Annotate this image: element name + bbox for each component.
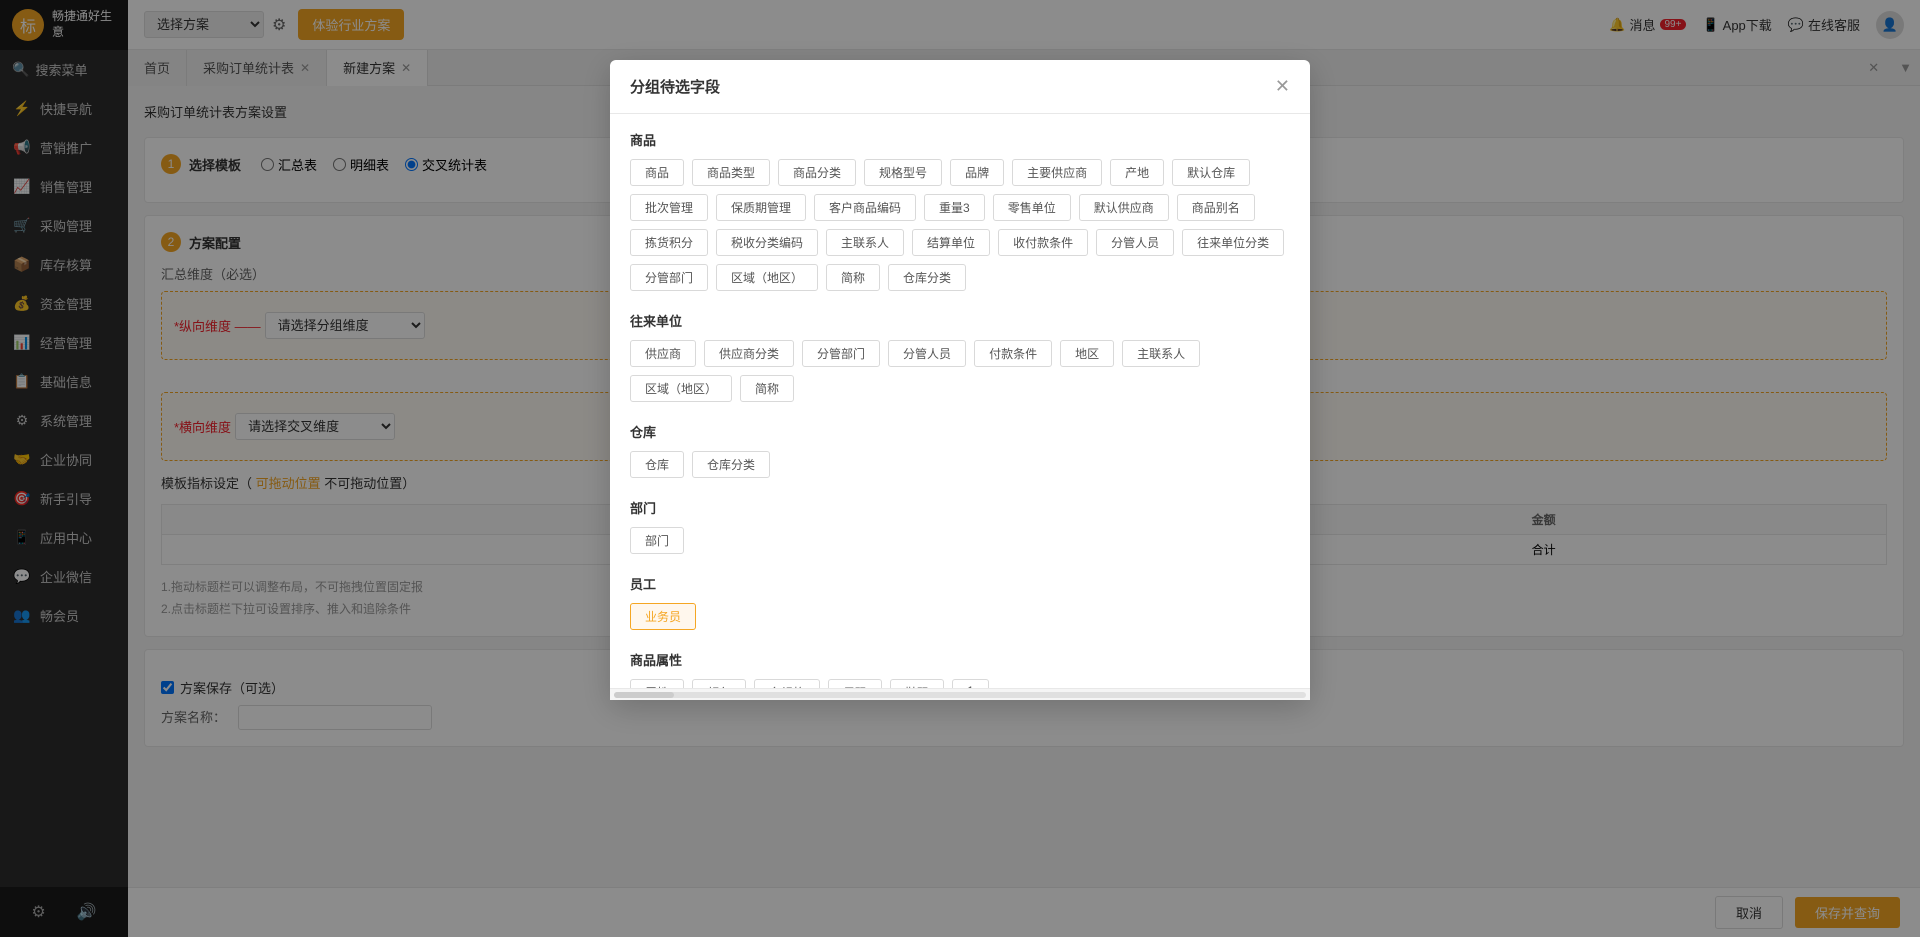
field-tag-region[interactable]: 区域（地区） xyxy=(716,264,818,291)
field-tag-source-unit-category[interactable]: 往来单位分类 xyxy=(1182,229,1284,256)
modal-section-product-attr: 商品属性属性颜色多规格尺码鞋码 1 xyxy=(630,650,1290,688)
hscroll-thumb[interactable] xyxy=(614,692,674,698)
field-tag-brand[interactable]: 品牌 xyxy=(950,159,1004,186)
modal-overlay: 分组待选字段 ✕ 商品商品商品类型商品分类规格型号品牌主要供应商产地默认仓库批次… xyxy=(0,0,1920,937)
field-tag-product[interactable]: 商品 xyxy=(630,159,684,186)
field-tag-supplier[interactable]: 供应商 xyxy=(630,340,696,367)
hscroll-track xyxy=(614,692,1306,698)
field-tag-region2[interactable]: 地区 xyxy=(1060,340,1114,367)
field-tag-department[interactable]: 部门 xyxy=(630,527,684,554)
modal-fields-employee: 业务员 xyxy=(630,603,1290,630)
modal-fields-product-attr: 属性颜色多规格尺码鞋码 1 xyxy=(630,679,1290,688)
field-tag-size[interactable]: 尺码 xyxy=(828,679,882,688)
modal-fields-department: 部门 xyxy=(630,527,1290,554)
modal-hscroll[interactable] xyxy=(610,688,1310,700)
modal-section-title-employee: 员工 xyxy=(630,574,1290,593)
field-tag-warehouse-category[interactable]: 仓库分类 xyxy=(888,264,966,291)
field-tag-customer-code[interactable]: 客户商品编码 xyxy=(814,194,916,221)
field-tag-short-name[interactable]: 简称 xyxy=(826,264,880,291)
field-tag-spec-type[interactable]: 规格型号 xyxy=(864,159,942,186)
field-tag-batch-mgmt[interactable]: 批次管理 xyxy=(630,194,708,221)
field-tag-retail-unit[interactable]: 零售单位 xyxy=(993,194,1071,221)
field-tag-product-alias[interactable]: 商品别名 xyxy=(1177,194,1255,221)
field-tag-dept[interactable]: 分管部门 xyxy=(802,340,880,367)
field-tag-default-supplier[interactable]: 默认供应商 xyxy=(1079,194,1169,221)
field-tag-color[interactable]: 颜色 xyxy=(692,679,746,688)
modal-section-title-partner: 往来单位 xyxy=(630,311,1290,330)
modal-title: 分组待选字段 xyxy=(630,76,720,97)
field-tag-custom1[interactable]: 1 xyxy=(952,679,989,688)
modal-header: 分组待选字段 ✕ xyxy=(610,60,1310,114)
modal-section-title-department: 部门 xyxy=(630,498,1290,517)
field-tag-attr[interactable]: 属性 xyxy=(630,679,684,688)
field-tag-main-contact[interactable]: 主联系人 xyxy=(826,229,904,256)
field-tag-manage-dept[interactable]: 分管部门 xyxy=(630,264,708,291)
modal-body: 商品商品商品类型商品分类规格型号品牌主要供应商产地默认仓库批次管理保质期管理客户… xyxy=(610,114,1310,688)
modal-close-icon[interactable]: ✕ xyxy=(1275,76,1290,97)
modal: 分组待选字段 ✕ 商品商品商品类型商品分类规格型号品牌主要供应商产地默认仓库批次… xyxy=(610,60,1310,700)
modal-section-employee: 员工业务员 xyxy=(630,574,1290,630)
field-tag-dept-manager[interactable]: 分管人员 xyxy=(888,340,966,367)
field-tag-origin[interactable]: 产地 xyxy=(1110,159,1164,186)
field-tag-weight3[interactable]: 重量3 xyxy=(924,194,985,221)
field-tag-shoe-size[interactable]: 鞋码 xyxy=(890,679,944,688)
field-tag-supplier-category[interactable]: 供应商分类 xyxy=(704,340,794,367)
field-tag-salesperson[interactable]: 业务员 xyxy=(630,603,696,630)
modal-section-title-product-attr: 商品属性 xyxy=(630,650,1290,669)
field-tag-warehouse-cat[interactable]: 仓库分类 xyxy=(692,451,770,478)
field-tag-multi-spec[interactable]: 多规格 xyxy=(754,679,820,688)
field-tag-settle-unit[interactable]: 结算单位 xyxy=(912,229,990,256)
field-tag-short-name2[interactable]: 简称 xyxy=(740,375,794,402)
field-tag-pickup-score[interactable]: 拣货积分 xyxy=(630,229,708,256)
modal-section-department: 部门部门 xyxy=(630,498,1290,554)
modal-section-warehouse: 仓库仓库仓库分类 xyxy=(630,422,1290,478)
modal-fields-warehouse: 仓库仓库分类 xyxy=(630,451,1290,478)
field-tag-default-warehouse[interactable]: 默认仓库 xyxy=(1172,159,1250,186)
modal-section-product: 商品商品商品类型商品分类规格型号品牌主要供应商产地默认仓库批次管理保质期管理客户… xyxy=(630,130,1290,291)
modal-section-title-product: 商品 xyxy=(630,130,1290,149)
field-tag-manager[interactable]: 分管人员 xyxy=(1096,229,1174,256)
modal-fields-product: 商品商品类型商品分类规格型号品牌主要供应商产地默认仓库批次管理保质期管理客户商品… xyxy=(630,159,1290,291)
modal-section-partner: 往来单位供应商供应商分类分管部门分管人员付款条件地区主联系人区域（地区） 简称 xyxy=(630,311,1290,402)
modal-fields-partner: 供应商供应商分类分管部门分管人员付款条件地区主联系人区域（地区） 简称 xyxy=(630,340,1290,402)
field-tag-quality-period[interactable]: 保质期管理 xyxy=(716,194,806,221)
field-tag-region-area[interactable]: 区域（地区） xyxy=(630,375,732,402)
field-tag-payment-condition[interactable]: 付款条件 xyxy=(974,340,1052,367)
field-tag-warehouse[interactable]: 仓库 xyxy=(630,451,684,478)
field-tag-main-contact2[interactable]: 主联系人 xyxy=(1122,340,1200,367)
field-tag-payment-terms[interactable]: 收付款条件 xyxy=(998,229,1088,256)
field-tag-product-category[interactable]: 商品分类 xyxy=(778,159,856,186)
field-tag-main-supplier[interactable]: 主要供应商 xyxy=(1012,159,1102,186)
field-tag-tax-code[interactable]: 税收分类编码 xyxy=(716,229,818,256)
modal-section-title-warehouse: 仓库 xyxy=(630,422,1290,441)
field-tag-product-type[interactable]: 商品类型 xyxy=(692,159,770,186)
